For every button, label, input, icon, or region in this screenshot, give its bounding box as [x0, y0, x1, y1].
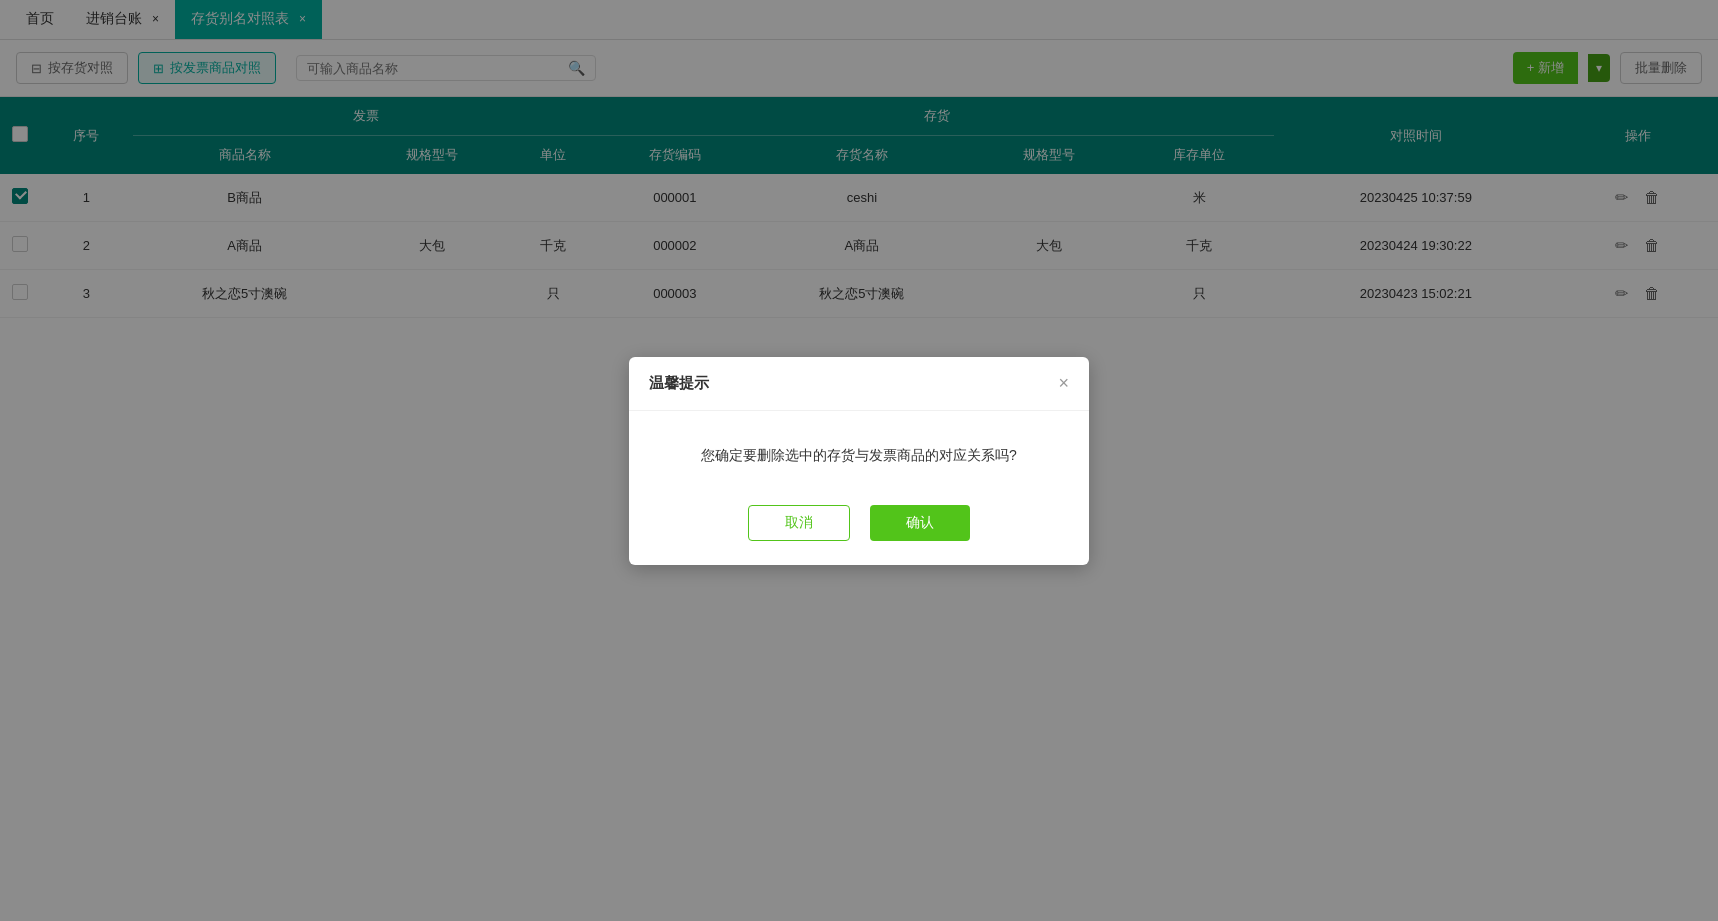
modal-overlay: 温馨提示 × 您确定要删除选中的存货与发票商品的对应关系吗? 取消 确认	[0, 0, 1718, 921]
dialog-body: 您确定要删除选中的存货与发票商品的对应关系吗?	[629, 411, 1089, 495]
confirm-dialog: 温馨提示 × 您确定要删除选中的存货与发票商品的对应关系吗? 取消 确认	[629, 357, 1089, 565]
dialog-close-button[interactable]: ×	[1058, 373, 1069, 394]
dialog-header: 温馨提示 ×	[629, 357, 1089, 411]
dialog-footer: 取消 确认	[629, 495, 1089, 565]
confirm-button[interactable]: 确认	[870, 505, 970, 541]
dialog-title: 温馨提示	[649, 374, 709, 393]
dialog-message: 您确定要删除选中的存货与发票商品的对应关系吗?	[701, 447, 1017, 463]
cancel-button[interactable]: 取消	[748, 505, 850, 541]
